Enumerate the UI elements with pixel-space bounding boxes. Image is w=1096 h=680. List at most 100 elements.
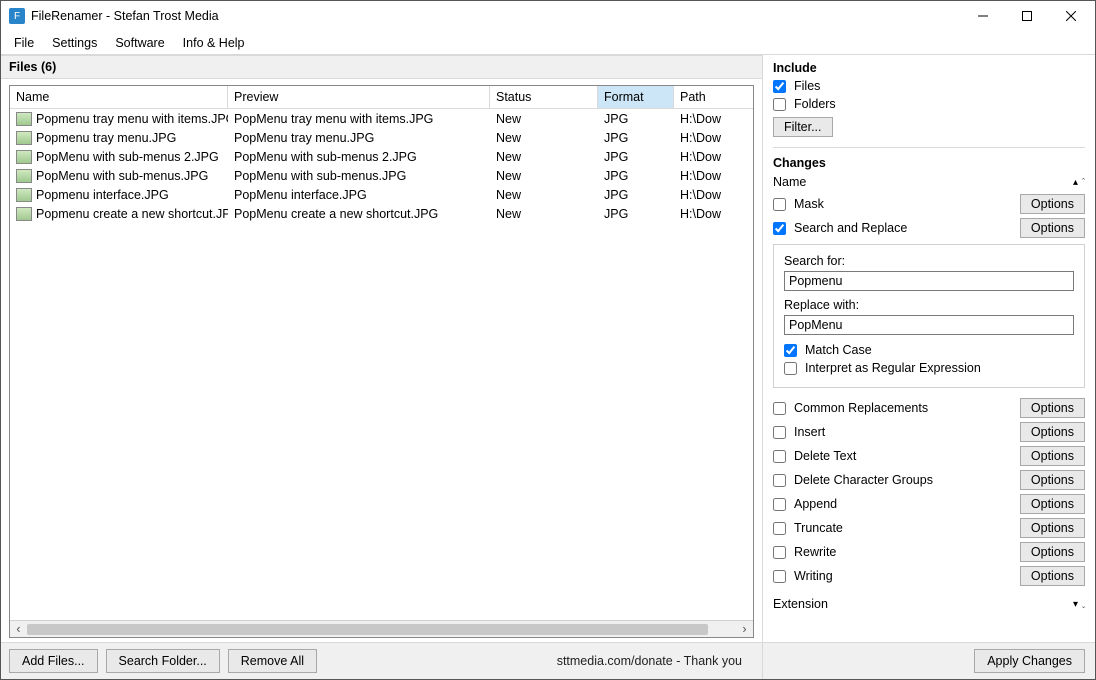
status-text: sttmedia.com/donate - Thank you [557, 654, 754, 668]
column-status[interactable]: Status [490, 86, 598, 108]
file-icon [16, 207, 32, 221]
mask-checkbox[interactable] [773, 198, 786, 211]
section-extension-row: Extension ▾ ˆ [773, 594, 1085, 614]
cell-path: H:\Dow [674, 187, 732, 203]
delete-text-checkbox[interactable] [773, 450, 786, 463]
scroll-thumb[interactable] [27, 624, 708, 635]
delete-text-row: Delete Text Options [773, 444, 1085, 468]
search-replace-label: Search and Replace [794, 221, 907, 235]
table-header: Name Preview Status Format Path [10, 86, 753, 109]
regex-checkbox[interactable] [784, 362, 797, 375]
cell-status: New [490, 149, 598, 165]
apply-bar: Apply Changes [763, 642, 1095, 679]
match-case-checkbox[interactable] [784, 344, 797, 357]
search-replace-checkbox[interactable] [773, 222, 786, 235]
column-format[interactable]: Format [598, 86, 674, 108]
scroll-right-icon[interactable]: › [736, 622, 753, 637]
window-buttons [961, 2, 1093, 30]
menu-bar: File Settings Software Info & Help [1, 31, 1095, 55]
cell-name: Popmenu interface.JPG [10, 187, 228, 203]
include-folders-row: Folders [773, 95, 1085, 113]
collapse-up-icon[interactable]: ▴ [1073, 177, 1078, 188]
column-name[interactable]: Name [10, 86, 228, 108]
remove-all-button[interactable]: Remove All [228, 649, 317, 673]
menu-software[interactable]: Software [106, 34, 173, 52]
replace-with-input[interactable] [784, 315, 1074, 335]
delete-char-groups-label: Delete Character Groups [794, 473, 933, 487]
file-icon [16, 188, 32, 202]
chevron-icon[interactable]: ˆ [1082, 599, 1085, 609]
writing-row: Writing Options [773, 564, 1085, 588]
file-icon [16, 169, 32, 183]
table-row[interactable]: Popmenu create a new shortcut.JPGPopMenu… [10, 204, 753, 223]
left-pane: Files (6) Name Preview Status Format Pat… [1, 55, 763, 679]
files-header: Files (6) [1, 55, 762, 79]
app-icon: F [9, 8, 25, 24]
cell-name: PopMenu with sub-menus.JPG [10, 168, 228, 184]
menu-info-help[interactable]: Info & Help [174, 34, 254, 52]
cell-format: JPG [598, 111, 674, 127]
append-options-button[interactable]: Options [1020, 494, 1085, 514]
common-replacements-options-button[interactable]: Options [1020, 398, 1085, 418]
search-folder-button[interactable]: Search Folder... [106, 649, 220, 673]
scroll-left-icon[interactable]: ‹ [10, 622, 27, 637]
append-checkbox[interactable] [773, 498, 786, 511]
cell-name: Popmenu tray menu.JPG [10, 130, 228, 146]
table-row[interactable]: Popmenu tray menu.JPGPopMenu tray menu.J… [10, 128, 753, 147]
replace-with-label: Replace with: [784, 297, 1074, 315]
rewrite-checkbox[interactable] [773, 546, 786, 559]
writing-checkbox[interactable] [773, 570, 786, 583]
menu-file[interactable]: File [5, 34, 43, 52]
include-folders-label: Folders [794, 97, 836, 111]
file-icon [16, 131, 32, 145]
app-window: F FileRenamer - Stefan Trost Media File … [0, 0, 1096, 680]
search-replace-options-button[interactable]: Options [1020, 218, 1085, 238]
cell-path: H:\Dow [674, 168, 732, 184]
column-path[interactable]: Path [674, 86, 732, 108]
include-heading: Include [773, 57, 1085, 77]
file-icon [16, 150, 32, 164]
maximize-button[interactable] [1005, 2, 1049, 30]
cell-format: JPG [598, 168, 674, 184]
truncate-options-button[interactable]: Options [1020, 518, 1085, 538]
insert-options-button[interactable]: Options [1020, 422, 1085, 442]
mask-options-button[interactable]: Options [1020, 194, 1085, 214]
include-folders-checkbox[interactable] [773, 98, 786, 111]
table-row[interactable]: Popmenu tray menu with items.JPGPopMenu … [10, 109, 753, 128]
common-replacements-checkbox[interactable] [773, 402, 786, 415]
scroll-track[interactable] [27, 622, 736, 637]
table-row[interactable]: PopMenu with sub-menus.JPGPopMenu with s… [10, 166, 753, 185]
cell-path: H:\Dow [674, 206, 732, 222]
table-row[interactable]: Popmenu interface.JPGPopMenu interface.J… [10, 185, 753, 204]
column-preview[interactable]: Preview [228, 86, 490, 108]
writing-options-button[interactable]: Options [1020, 566, 1085, 586]
minimize-button[interactable] [961, 2, 1005, 30]
chevron-icon[interactable]: ˆ [1082, 177, 1085, 187]
match-case-row: Match Case [784, 341, 1074, 359]
close-button[interactable] [1049, 2, 1093, 30]
changes-heading: Changes [773, 152, 1085, 172]
apply-changes-button[interactable]: Apply Changes [974, 649, 1085, 673]
delete-text-options-button[interactable]: Options [1020, 446, 1085, 466]
expand-down-icon[interactable]: ▾ [1073, 599, 1078, 610]
search-replace-row: Search and Replace Options [773, 216, 1085, 240]
include-files-checkbox[interactable] [773, 80, 786, 93]
section-extension-label: Extension [773, 597, 1071, 611]
filter-button[interactable]: Filter... [773, 117, 833, 137]
right-pane: Include Files Folders Filter... Changes … [763, 55, 1095, 679]
match-case-label: Match Case [805, 343, 872, 357]
delete-char-groups-checkbox[interactable] [773, 474, 786, 487]
add-files-button[interactable]: Add Files... [9, 649, 98, 673]
cell-status: New [490, 111, 598, 127]
menu-settings[interactable]: Settings [43, 34, 106, 52]
horizontal-scrollbar[interactable]: ‹ › [10, 620, 753, 637]
table-row[interactable]: PopMenu with sub-menus 2.JPGPopMenu with… [10, 147, 753, 166]
rewrite-options-button[interactable]: Options [1020, 542, 1085, 562]
truncate-checkbox[interactable] [773, 522, 786, 535]
section-name-row: Name ▴ ˆ [773, 172, 1085, 192]
insert-checkbox[interactable] [773, 426, 786, 439]
bottom-toolbar: Add Files... Search Folder... Remove All… [1, 642, 762, 679]
search-for-input[interactable] [784, 271, 1074, 291]
cell-format: JPG [598, 187, 674, 203]
delete-char-groups-options-button[interactable]: Options [1020, 470, 1085, 490]
